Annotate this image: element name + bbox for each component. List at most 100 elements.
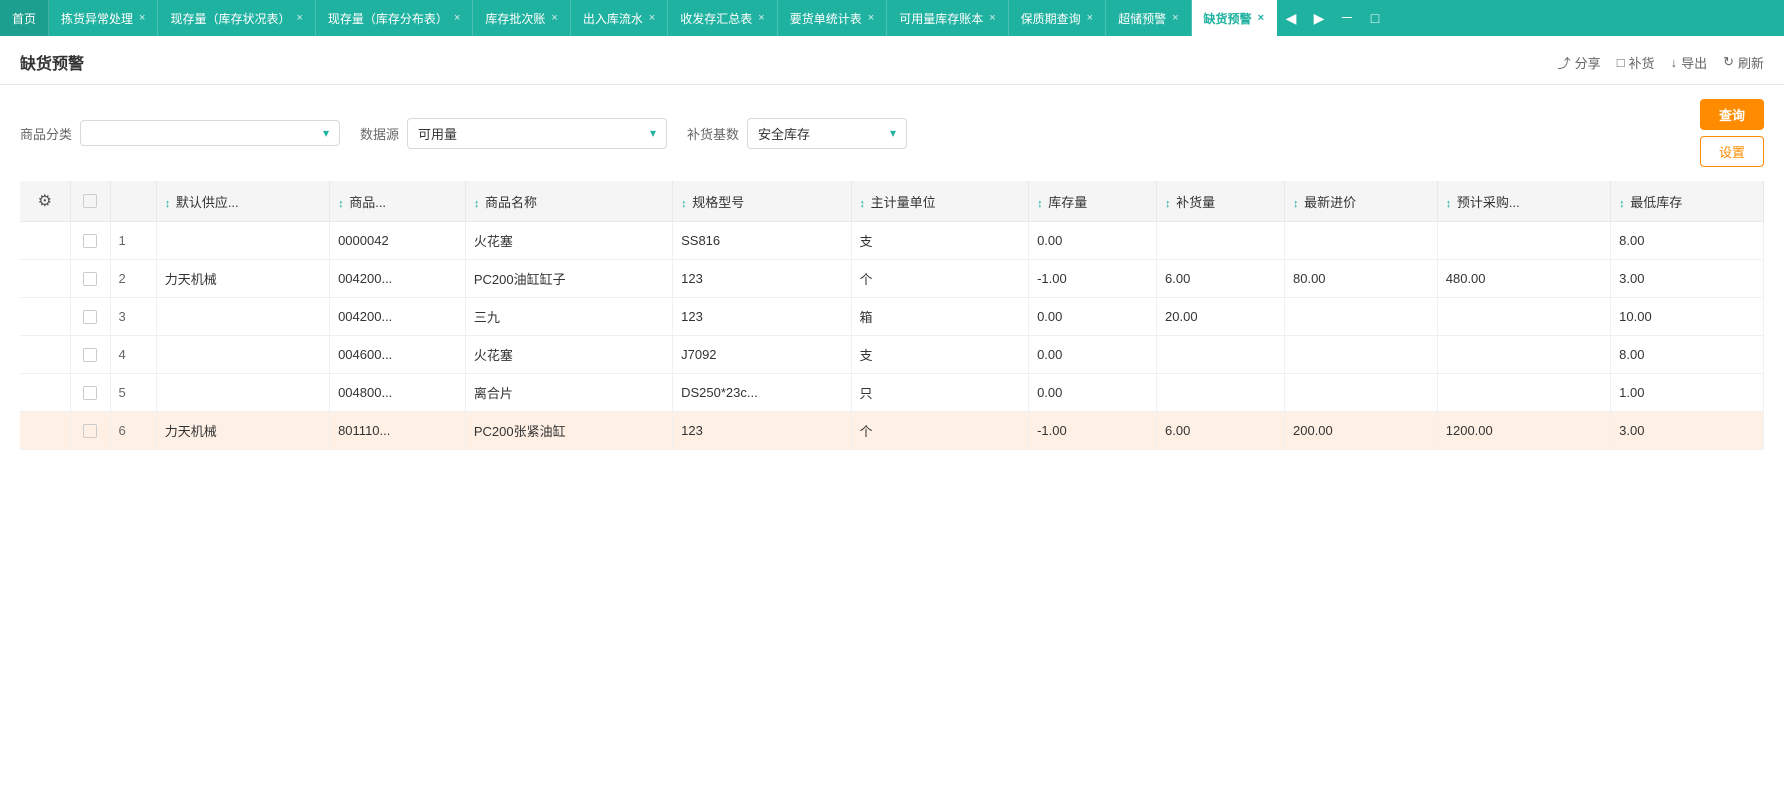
row-purchase-cell: 1200.00 xyxy=(1437,412,1610,450)
tab-shelf-life[interactable]: 保质期查询 × xyxy=(1009,0,1106,36)
tab-close-shelf-life[interactable]: × xyxy=(1087,12,1093,24)
tab-close-available-ledger[interactable]: × xyxy=(989,12,995,24)
row-replenish-cell: 6.00 xyxy=(1157,260,1285,298)
tab-batch[interactable]: 库存批次账 × xyxy=(473,0,570,36)
tab-close-summary[interactable]: × xyxy=(758,12,764,24)
col-product-name[interactable]: ↕ 商品名称 xyxy=(465,181,672,222)
row-minstock-cell: 8.00 xyxy=(1611,336,1764,374)
col-stock[interactable]: ↕ 库存量 xyxy=(1029,181,1157,222)
table-row[interactable]: 4 004600... 火花塞 J7092 支 0.00 8.00 xyxy=(20,336,1764,374)
datasource-select[interactable]: 可用量 ▾ xyxy=(407,118,667,149)
row-name-cell: 火花塞 xyxy=(465,222,672,260)
page-container: 缺货预警 ⤴ 分享 □ 补货 ↓ 导出 ↻ 刷新 商品分类 xyxy=(0,36,1784,796)
row-checkbox-5[interactable] xyxy=(83,424,97,438)
refresh-icon: ↻ xyxy=(1723,54,1734,70)
row-checkbox-2[interactable] xyxy=(83,310,97,324)
tab-stock-dist[interactable]: 现存量（库存分布表） × xyxy=(316,0,473,36)
table-row[interactable]: 6 力天机械 801110... PC200张紧油缸 123 个 -1.00 6… xyxy=(20,412,1764,450)
row-checkbox-0[interactable] xyxy=(83,234,97,248)
tab-next-btn[interactable]: ▶ xyxy=(1305,0,1333,36)
row-replenish-cell xyxy=(1157,336,1285,374)
share-action[interactable]: ⤴ 分享 xyxy=(1558,53,1601,72)
tab-close-pick-exception[interactable]: × xyxy=(139,12,145,24)
row-checkbox-cell xyxy=(70,222,110,260)
tab-inout-flow[interactable]: 出入库流水 × xyxy=(571,0,668,36)
query-button[interactable]: 查询 xyxy=(1700,99,1764,130)
sort-name-icon: ↕ xyxy=(474,198,480,210)
tab-close-stock-status[interactable]: × xyxy=(296,12,302,24)
row-checkbox-cell xyxy=(70,412,110,450)
replenish-action[interactable]: □ 补货 xyxy=(1617,53,1655,72)
row-num-cell: 2 xyxy=(110,260,156,298)
refresh-action[interactable]: ↻ 刷新 xyxy=(1723,53,1764,72)
col-product-code[interactable]: ↕ 商品... xyxy=(330,181,466,222)
replenish-base-select[interactable]: 安全库存 ▾ xyxy=(747,118,907,149)
tab-goods-stat[interactable]: 要货单统计表 × xyxy=(778,0,887,36)
row-code-cell: 004200... xyxy=(330,260,466,298)
tab-home[interactable]: 首页 xyxy=(0,0,49,36)
category-select[interactable]: ▾ xyxy=(80,120,340,146)
table-row[interactable]: 5 004800... 离合片 DS250*23c... 只 0.00 1.00 xyxy=(20,374,1764,412)
tab-overstock[interactable]: 超储预警 × xyxy=(1106,0,1191,36)
sort-supplier-icon: ↕ xyxy=(165,198,171,210)
sort-spec-icon: ↕ xyxy=(681,198,687,210)
row-unit-cell: 箱 xyxy=(851,298,1029,336)
replenish-icon: □ xyxy=(1617,55,1625,70)
tab-prev-btn[interactable]: ◀ xyxy=(1277,0,1305,36)
row-stock-cell: 0.00 xyxy=(1029,222,1157,260)
row-num-cell: 1 xyxy=(110,222,156,260)
col-unit[interactable]: ↕ 主计量单位 xyxy=(851,181,1029,222)
tab-shortage[interactable]: 缺货预警 × xyxy=(1192,0,1277,36)
export-action[interactable]: ↓ 导出 xyxy=(1671,53,1708,72)
header-checkbox[interactable] xyxy=(83,194,97,208)
table-row[interactable]: 2 力天机械 004200... PC200油缸缸子 123 个 -1.00 6… xyxy=(20,260,1764,298)
tab-summary[interactable]: 收发存汇总表 × xyxy=(668,0,777,36)
col-replenish[interactable]: ↕ 补货量 xyxy=(1157,181,1285,222)
row-supplier-cell xyxy=(156,374,329,412)
row-stock-cell: -1.00 xyxy=(1029,412,1157,450)
tab-close-stock-dist[interactable]: × xyxy=(454,12,460,24)
col-estimated-purchase[interactable]: ↕ 预计采购... xyxy=(1437,181,1610,222)
tab-pick-exception[interactable]: 拣货异常处理 × xyxy=(49,0,158,36)
row-minstock-cell: 1.00 xyxy=(1611,374,1764,412)
filter-area: 商品分类 ▾ 数据源 可用量 ▾ 补货基数 安全库存 ▾ 查询 设置 xyxy=(0,85,1784,181)
sort-unit-icon: ↕ xyxy=(860,198,866,210)
settings-gear-icon[interactable]: ⚙ xyxy=(38,193,52,210)
tab-minimize-btn[interactable]: － xyxy=(1333,0,1361,36)
col-min-stock[interactable]: ↕ 最低库存 xyxy=(1611,181,1764,222)
tab-close-goods-stat[interactable]: × xyxy=(868,12,874,24)
row-spec-cell: 123 xyxy=(673,298,851,336)
col-default-supplier[interactable]: ↕ 默认供应... xyxy=(156,181,329,222)
tab-close-overstock[interactable]: × xyxy=(1172,12,1178,24)
settings-button[interactable]: 设置 xyxy=(1700,136,1764,167)
row-purchase-cell xyxy=(1437,374,1610,412)
col-settings[interactable]: ⚙ xyxy=(20,181,70,222)
tab-close-shortage[interactable]: × xyxy=(1258,12,1264,24)
table-row[interactable]: 1 0000042 火花塞 SS816 支 0.00 8.00 xyxy=(20,222,1764,260)
datasource-filter-group: 数据源 可用量 ▾ xyxy=(360,118,667,149)
col-latest-price[interactable]: ↕ 最新进价 xyxy=(1285,181,1438,222)
row-supplier-cell xyxy=(156,298,329,336)
tab-stock-status[interactable]: 现存量（库存状况表） × xyxy=(158,0,315,36)
tab-close-inout-flow[interactable]: × xyxy=(649,12,655,24)
row-checkbox-1[interactable] xyxy=(83,272,97,286)
row-unit-cell: 只 xyxy=(851,374,1029,412)
row-settings-cell xyxy=(20,336,70,374)
row-spec-cell: 123 xyxy=(673,260,851,298)
table-row[interactable]: 3 004200... 三九 123 箱 0.00 20.00 10.00 xyxy=(20,298,1764,336)
tab-maximize-btn[interactable]: □ xyxy=(1361,0,1389,36)
row-unit-cell: 支 xyxy=(851,222,1029,260)
row-code-cell: 801110... xyxy=(330,412,466,450)
col-spec[interactable]: ↕ 规格型号 xyxy=(673,181,851,222)
tab-close-batch[interactable]: × xyxy=(551,12,557,24)
row-minstock-cell: 8.00 xyxy=(1611,222,1764,260)
row-supplier-cell: 力天机械 xyxy=(156,412,329,450)
row-checkbox-cell xyxy=(70,260,110,298)
row-stock-cell: 0.00 xyxy=(1029,298,1157,336)
table-container: ⚙ ↕ 默认供应... ↕ 商品... xyxy=(0,181,1784,450)
row-checkbox-3[interactable] xyxy=(83,348,97,362)
row-price-cell xyxy=(1285,222,1438,260)
tab-available-ledger[interactable]: 可用量库存账本 × xyxy=(887,0,1008,36)
row-checkbox-4[interactable] xyxy=(83,386,97,400)
row-settings-cell xyxy=(20,260,70,298)
